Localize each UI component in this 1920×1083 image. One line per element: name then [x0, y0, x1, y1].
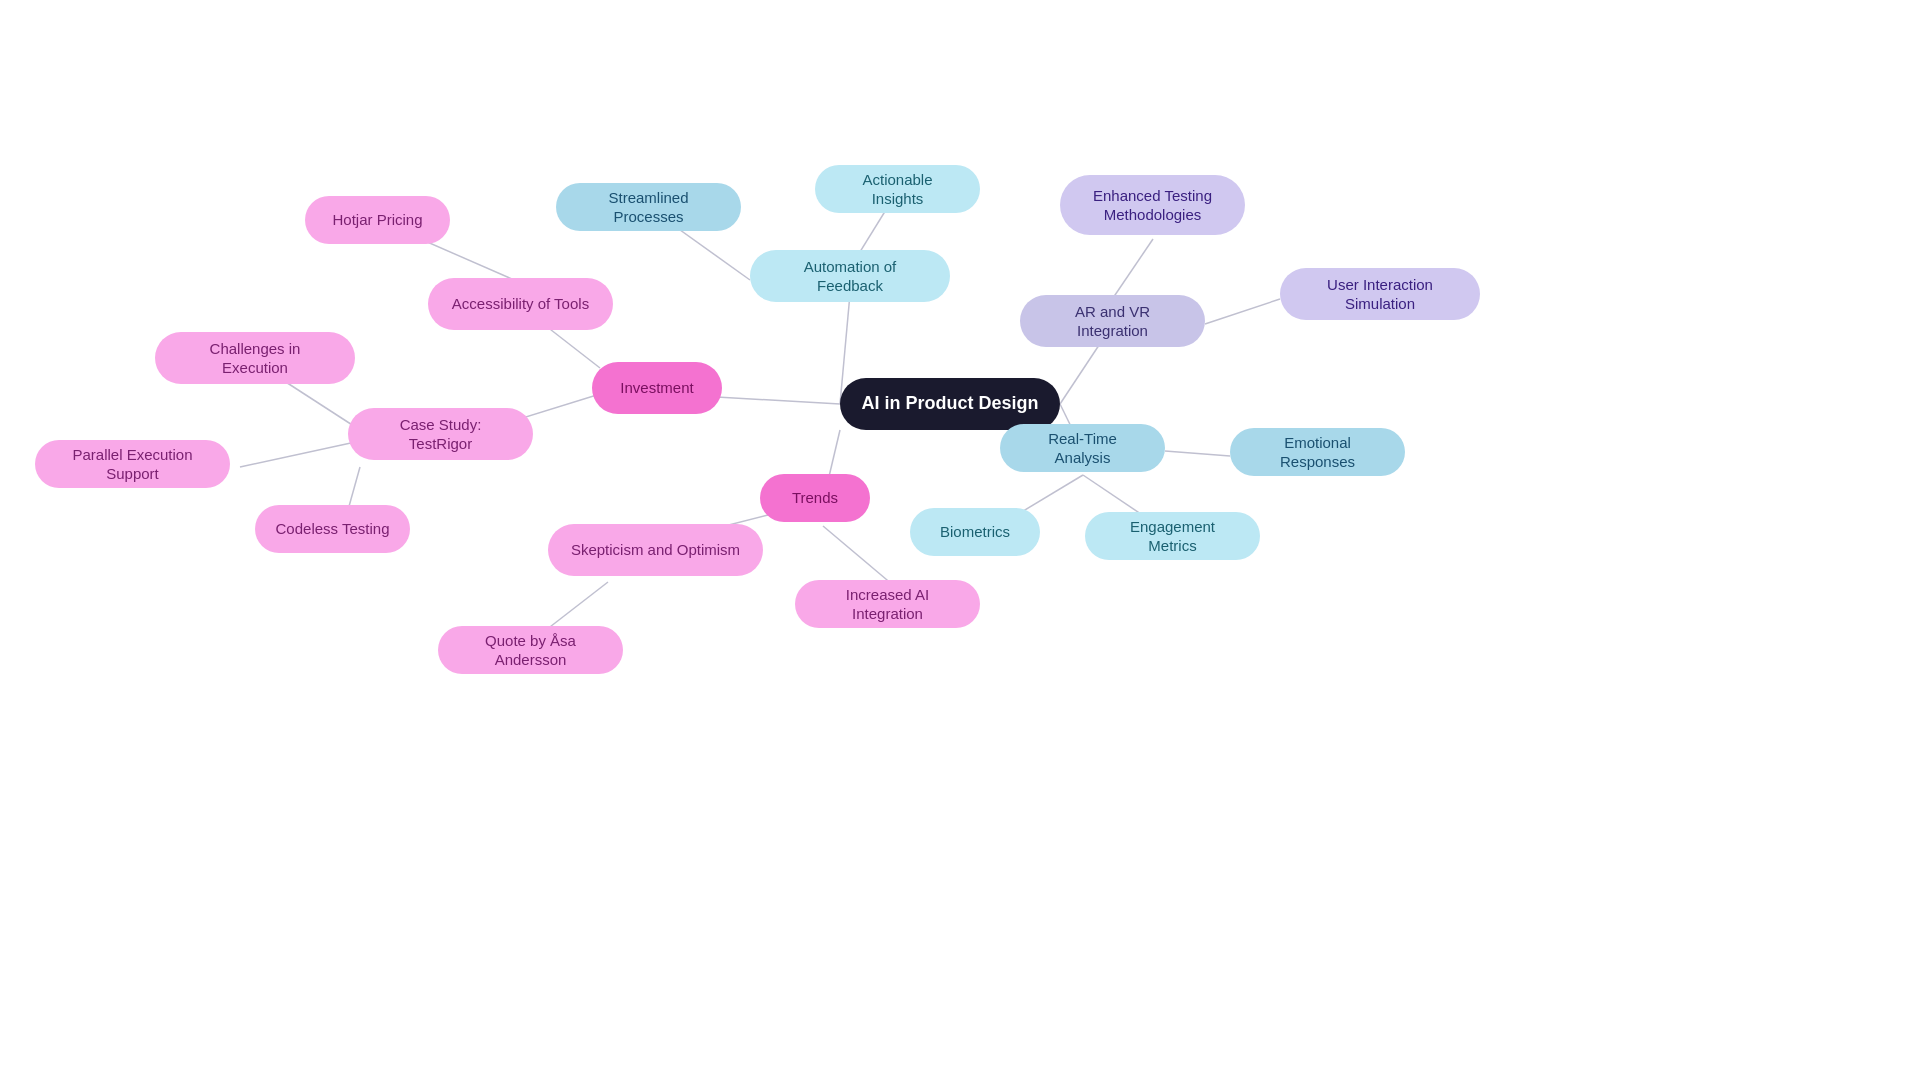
accessibility-node[interactable]: Accessibility of Tools: [428, 278, 613, 330]
svg-line-8: [1205, 299, 1280, 324]
enhanced-testing-node[interactable]: Enhanced Testing Methodologies: [1060, 175, 1245, 235]
svg-line-19: [240, 441, 360, 467]
case-study-node[interactable]: Case Study: TestRigor: [348, 408, 533, 460]
increased-ai-node[interactable]: Increased AI Integration: [795, 580, 980, 628]
actionable-insights-node[interactable]: Actionable Insights: [815, 165, 980, 213]
challenges-node[interactable]: Challenges in Execution: [155, 332, 355, 384]
biometrics-node[interactable]: Biometrics: [910, 508, 1040, 556]
svg-line-20: [348, 467, 360, 510]
engagement-metrics-node[interactable]: Engagement Metrics: [1085, 512, 1260, 560]
streamlined-processes-node[interactable]: Streamlined Processes: [556, 183, 741, 231]
center-node[interactable]: AI in Product Design: [840, 378, 1060, 430]
emotional-responses-node[interactable]: Emotional Responses: [1230, 428, 1405, 476]
svg-line-7: [1113, 239, 1153, 298]
svg-line-13: [823, 526, 893, 585]
trends-node[interactable]: Trends: [760, 474, 870, 522]
svg-line-14: [546, 582, 608, 630]
user-interaction-node[interactable]: User Interaction Simulation: [1280, 268, 1480, 320]
skepticism-node[interactable]: Skepticism and Optimism: [548, 524, 763, 576]
automation-feedback-node[interactable]: Automation of Feedback: [750, 250, 950, 302]
quote-node[interactable]: Quote by Åsa Andersson: [438, 626, 623, 674]
investment-node[interactable]: Investment: [592, 362, 722, 414]
hotjar-pricing-node[interactable]: Hotjar Pricing: [305, 196, 450, 244]
parallel-execution-node[interactable]: Parallel Execution Support: [35, 440, 230, 488]
codeless-testing-node[interactable]: Codeless Testing: [255, 505, 410, 553]
real-time-analysis-node[interactable]: Real-Time Analysis: [1000, 424, 1165, 472]
ar-vr-node[interactable]: AR and VR Integration: [1020, 295, 1205, 347]
svg-line-9: [1165, 451, 1230, 456]
